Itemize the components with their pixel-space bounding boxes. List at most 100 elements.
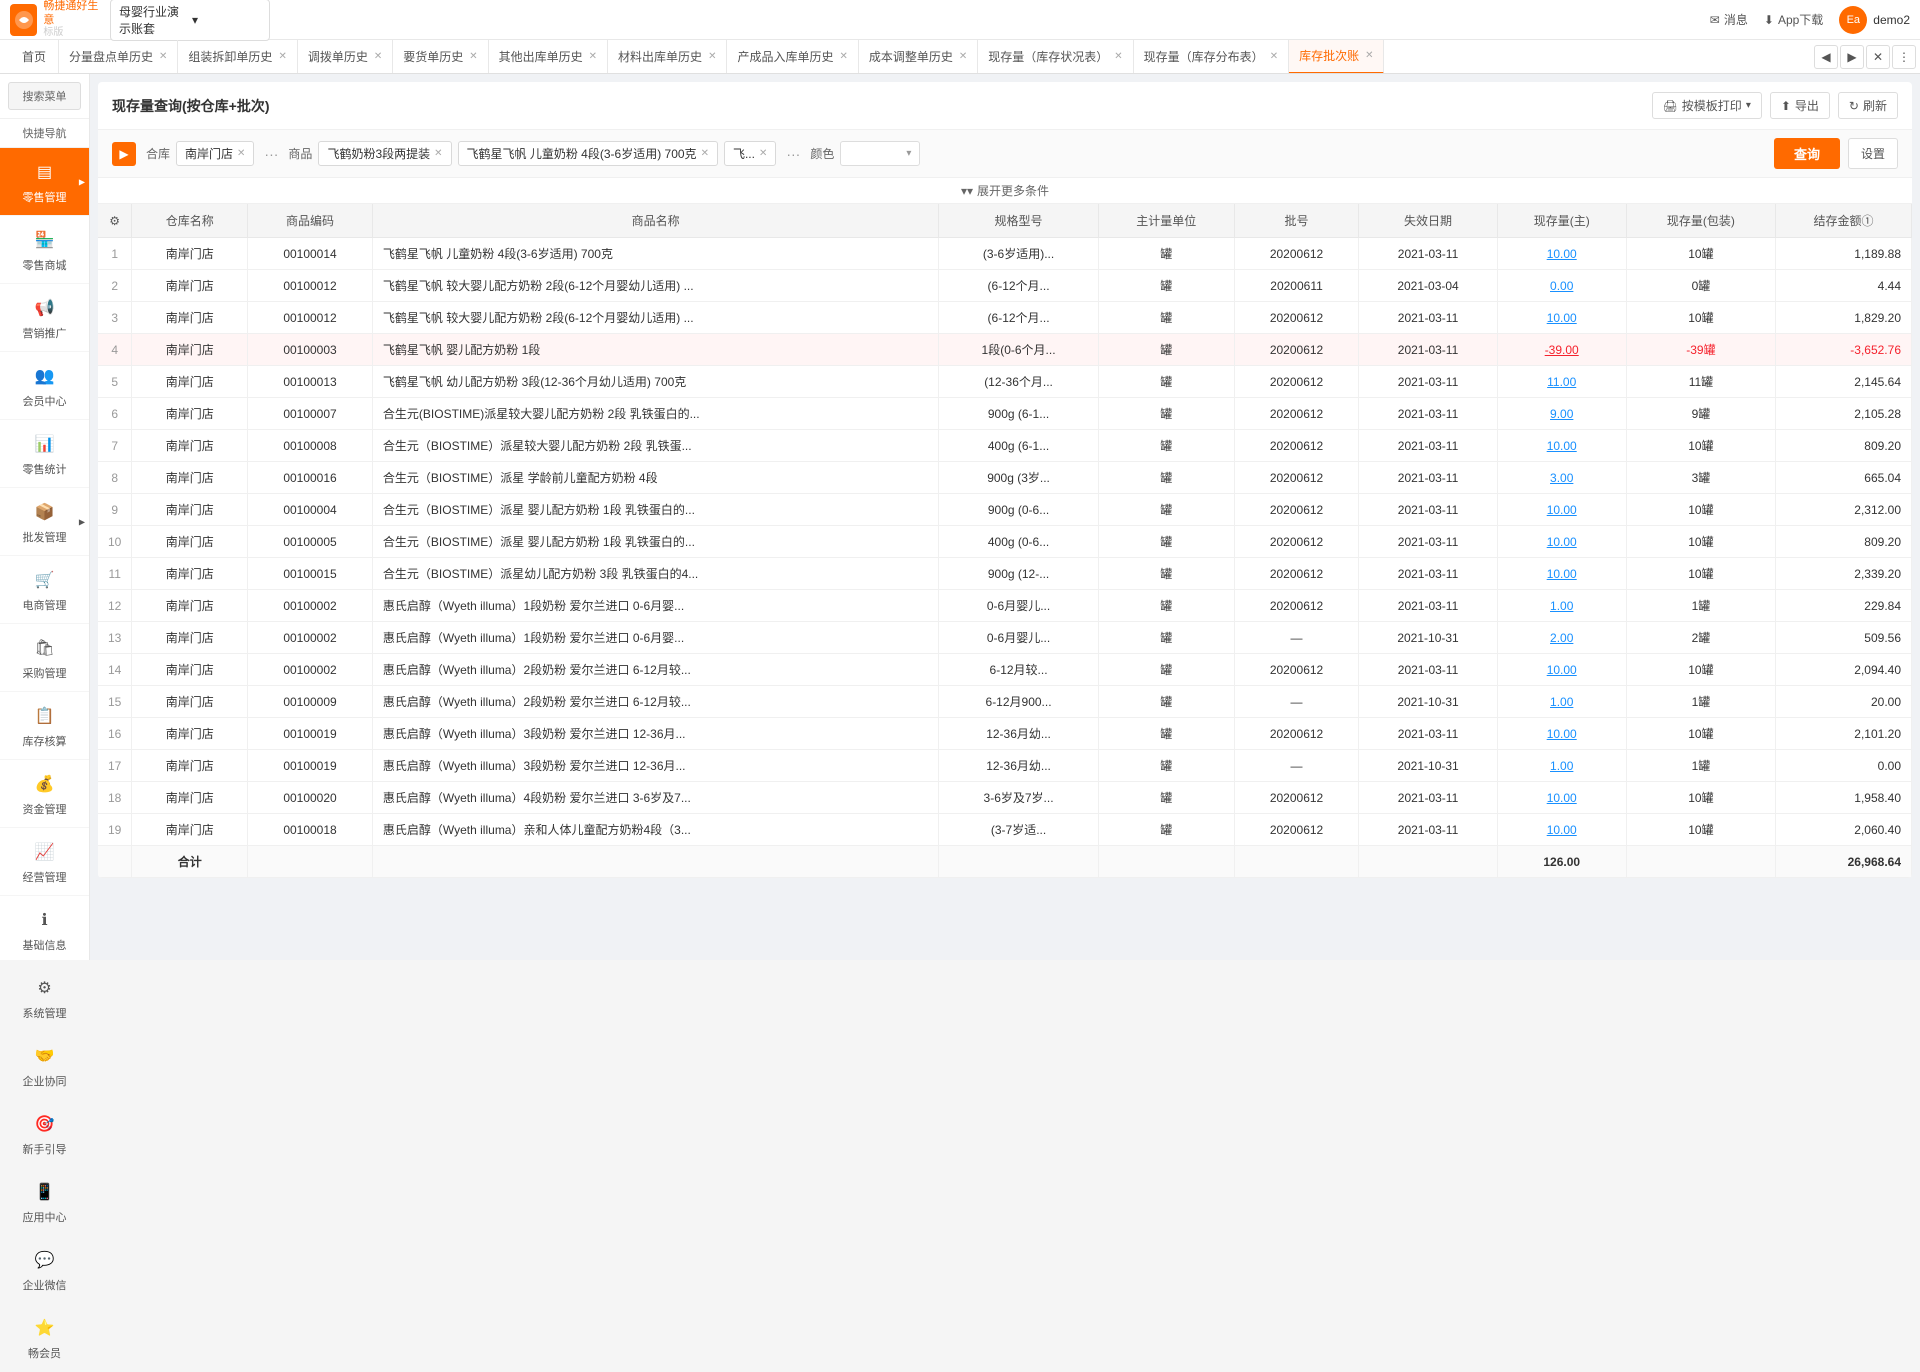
print-btn[interactable]: 🖨 按模板打印 ▾: [1652, 92, 1762, 119]
table-body: 1南岸门店00100014飞鹤星飞帆 儿童奶粉 4段(3-6岁适用) 700克(…: [98, 238, 1912, 878]
sidebar-item-retail-mgmt[interactable]: ▤ 零售管理 ▶: [0, 148, 89, 216]
cell-qty-main[interactable]: 10.00: [1497, 302, 1626, 334]
cell-qty-main[interactable]: 10.00: [1497, 430, 1626, 462]
tab-item[interactable]: 调拨单历史 ✕: [298, 40, 393, 74]
sidebar-item-retail-mall[interactable]: 🏪 零售商城: [0, 216, 89, 284]
sidebar-shortcut-btn[interactable]: 快捷导航: [0, 119, 89, 148]
goods-label: 商品: [288, 145, 312, 162]
tab-close-icon[interactable]: ✕: [959, 51, 967, 62]
tab-close-icon[interactable]: ✕: [1365, 50, 1373, 61]
tab-item[interactable]: 组装拆卸单历史 ✕: [178, 40, 297, 74]
warehouse-more-btn[interactable]: ···: [264, 146, 278, 162]
cell-spec: 1段(0-6个月...: [939, 334, 1098, 366]
cell-qty-main[interactable]: 10.00: [1497, 526, 1626, 558]
tab-item[interactable]: 分量盘点单历史 ✕: [59, 40, 178, 74]
cell-num: 18: [98, 782, 132, 814]
tab-close-icon[interactable]: ✕: [278, 51, 286, 62]
cell-amount: 2,339.20: [1776, 558, 1912, 590]
setting-btn[interactable]: 设置: [1848, 138, 1898, 169]
sidebar-item-inventory[interactable]: 📋 库存核算: [0, 692, 89, 760]
warehouse-tag[interactable]: 南岸门店 ✕: [176, 141, 254, 166]
cell-qty-main[interactable]: 10.00: [1497, 558, 1626, 590]
color-dropdown[interactable]: ▾: [840, 141, 920, 166]
warehouse-tag-close-icon[interactable]: ✕: [237, 148, 245, 159]
cell-qty-main[interactable]: 11.00: [1497, 366, 1626, 398]
cell-qty-main[interactable]: 0.00: [1497, 270, 1626, 302]
cell-qty-main[interactable]: 3.00: [1497, 462, 1626, 494]
sidebar-item-ecommerce[interactable]: 🛒 电商管理: [0, 556, 89, 624]
tab-close-icon[interactable]: ✕: [1114, 51, 1122, 62]
refresh-btn[interactable]: ↻ 刷新: [1838, 92, 1898, 119]
cell-qty-main[interactable]: -39.00: [1497, 334, 1626, 366]
tab-close-icon[interactable]: ✕: [159, 51, 167, 62]
message-btn[interactable]: ✉ 消息: [1710, 11, 1748, 28]
tab-item[interactable]: 成本调整单历史 ✕: [859, 40, 978, 74]
tab-item[interactable]: 要货单历史 ✕: [393, 40, 488, 74]
sidebar-item-member[interactable]: ⭐ 畅会员: [0, 1304, 89, 1372]
tab-menu-btn[interactable]: ⋮: [1892, 45, 1916, 69]
tab-item[interactable]: 现存量（库存分布表） ✕: [1134, 40, 1289, 74]
tab-close-all-btn[interactable]: ✕: [1866, 45, 1890, 69]
expand-more-btn[interactable]: ▾▾ 展开更多条件: [961, 182, 1049, 199]
goods-tag2-close-icon[interactable]: ✕: [701, 148, 709, 159]
cell-qty-main[interactable]: 10.00: [1497, 718, 1626, 750]
sidebar-item-marketing[interactable]: 📢 营销推广: [0, 284, 89, 352]
tab-close-icon[interactable]: ✕: [1270, 51, 1278, 62]
sidebar-item-finance[interactable]: 💰 资金管理: [0, 760, 89, 828]
cell-qty-main[interactable]: 9.00: [1497, 398, 1626, 430]
cell-qty-main[interactable]: 10.00: [1497, 654, 1626, 686]
query-btn[interactable]: 查询: [1774, 138, 1840, 169]
filter-expand-arrow[interactable]: ▶: [112, 142, 136, 166]
export-btn[interactable]: ⬆ 导出: [1770, 92, 1830, 119]
sidebar-item-wechat[interactable]: 💬 企业微信: [0, 1236, 89, 1304]
cell-spec: (3-7岁适...: [939, 814, 1098, 846]
goods-more-btn[interactable]: ···: [786, 146, 800, 162]
sidebar-item-member-center[interactable]: 👥 会员中心: [0, 352, 89, 420]
cell-amount: 1,958.40: [1776, 782, 1912, 814]
goods-tag3-close-icon[interactable]: ✕: [759, 148, 767, 159]
cell-code: 00100003: [248, 334, 373, 366]
goods-tag1-close-icon[interactable]: ✕: [434, 148, 442, 159]
cell-qty-main[interactable]: 10.00: [1497, 814, 1626, 846]
account-selector[interactable]: 母婴行业演示账套 ▾: [110, 0, 270, 41]
tab-close-icon[interactable]: ✕: [839, 51, 847, 62]
tab-item[interactable]: 现存量（库存状况表） ✕: [978, 40, 1133, 74]
sidebar-item-purchase[interactable]: 🛍 采购管理: [0, 624, 89, 692]
tab-close-icon[interactable]: ✕: [589, 51, 597, 62]
sidebar-item-system[interactable]: ⚙ 系统管理: [0, 964, 89, 1032]
tab-item[interactable]: 产成品入库单历史 ✕: [727, 40, 858, 74]
cell-qty-main[interactable]: 2.00: [1497, 622, 1626, 654]
goods-tag2[interactable]: 飞鹤星飞帆 儿童奶粉 4段(3-6岁适用) 700克 ✕: [458, 141, 718, 166]
cell-qty-main[interactable]: 1.00: [1497, 686, 1626, 718]
cell-num: 19: [98, 814, 132, 846]
tab-home[interactable]: 首页: [10, 40, 59, 74]
tab-item[interactable]: 其他出库单历史 ✕: [489, 40, 608, 74]
tab-close-icon[interactable]: ✕: [708, 51, 716, 62]
col-settings[interactable]: ⚙: [98, 204, 132, 238]
tab-item-active[interactable]: 库存批次账 ✕: [1289, 40, 1384, 74]
search-menu-btn[interactable]: 搜索菜单: [8, 82, 81, 110]
sidebar-item-base-info[interactable]: ℹ 基础信息: [0, 896, 89, 964]
sidebar-item-enterprise[interactable]: 🤝 企业协同: [0, 1032, 89, 1100]
sidebar-item-operations[interactable]: 📈 经营管理: [0, 828, 89, 896]
tab-close-icon[interactable]: ✕: [374, 51, 382, 62]
tab-prev-btn[interactable]: ◀: [1814, 45, 1838, 69]
cell-qty-main[interactable]: 10.00: [1497, 238, 1626, 270]
layout: 搜索菜单 快捷导航 ▤ 零售管理 ▶ 🏪 零售商城 📢 营销推广 👥 会员中心 …: [0, 74, 1920, 960]
sidebar-item-wholesale[interactable]: 📦 批发管理 ▶: [0, 488, 89, 556]
app-download-btn[interactable]: ⬇ App下载: [1764, 11, 1823, 28]
sidebar-item-app-center[interactable]: 📱 应用中心: [0, 1168, 89, 1236]
goods-tag1[interactable]: 飞鹤奶粉3段两提装 ✕: [318, 141, 451, 166]
sidebar-item-retail-stats[interactable]: 📊 零售统计: [0, 420, 89, 488]
footer-cell-10: 26,968.64: [1776, 846, 1912, 878]
sidebar-item-guide[interactable]: 🎯 新手引导: [0, 1100, 89, 1168]
cell-qty-main[interactable]: 10.00: [1497, 782, 1626, 814]
cell-qty-main[interactable]: 1.00: [1497, 590, 1626, 622]
cell-qty-main[interactable]: 10.00: [1497, 494, 1626, 526]
tab-next-btn[interactable]: ▶: [1840, 45, 1864, 69]
user-area[interactable]: Ea demo2: [1839, 6, 1910, 34]
tab-close-icon[interactable]: ✕: [469, 51, 477, 62]
cell-qty-main[interactable]: 1.00: [1497, 750, 1626, 782]
tab-item[interactable]: 材料出库单历史 ✕: [608, 40, 727, 74]
goods-tag3[interactable]: 飞... ✕: [724, 141, 776, 166]
